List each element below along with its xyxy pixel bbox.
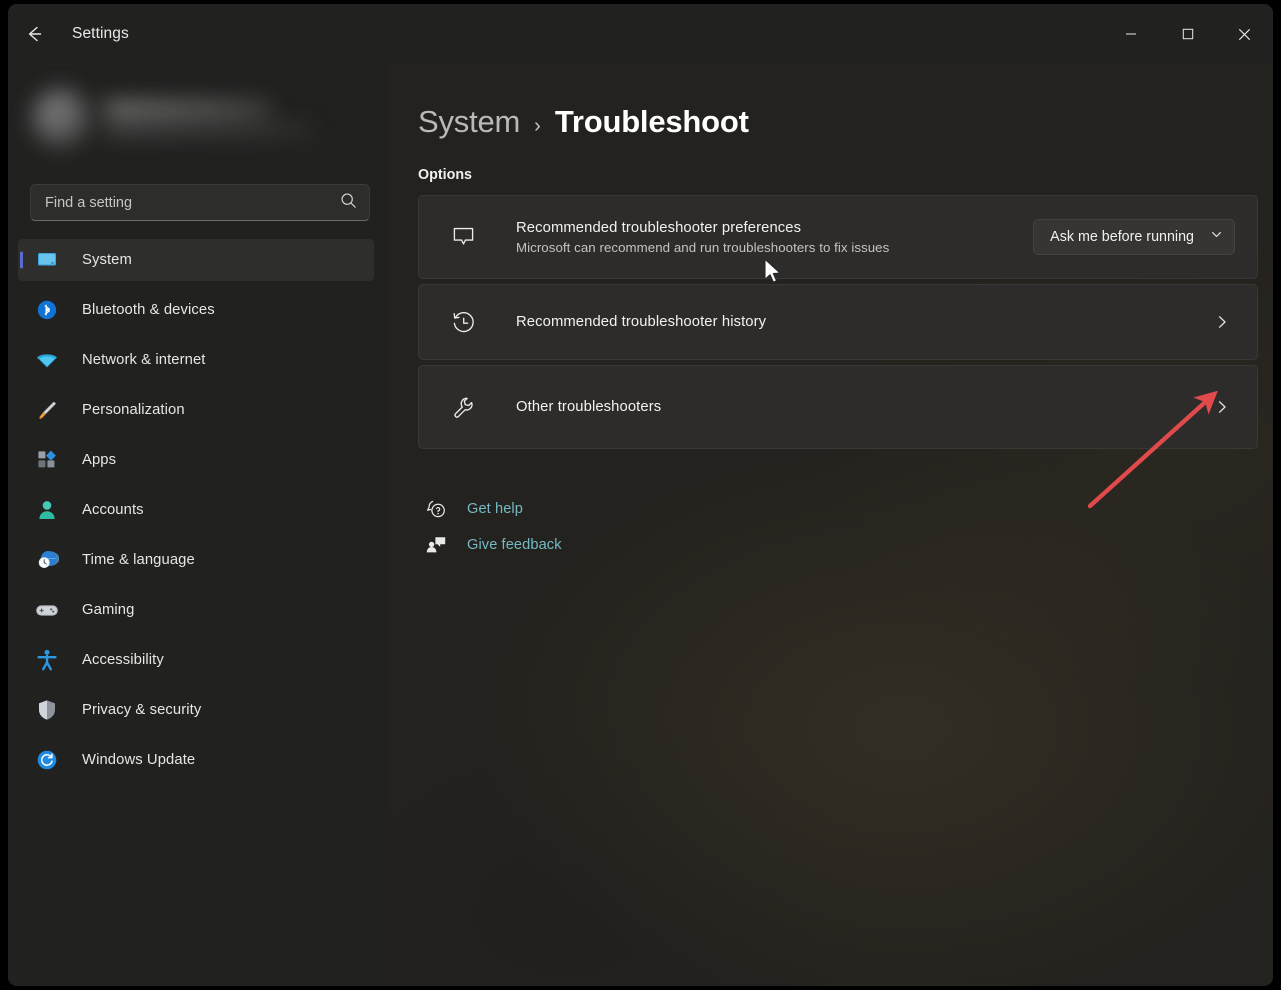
search-box[interactable]	[30, 184, 370, 221]
speech-tag-icon	[443, 224, 483, 251]
monitor-icon	[32, 248, 62, 272]
recommended-preferences-combobox[interactable]: Ask me before running	[1033, 219, 1235, 255]
feedback-person-bubble-icon	[418, 534, 454, 556]
card-other-troubleshooters[interactable]: Other troubleshooters	[418, 365, 1258, 449]
get-help-link[interactable]: Get help	[418, 491, 718, 527]
minimize-icon[interactable]	[1102, 4, 1159, 64]
footer-links: Get help Give feedback	[418, 491, 1273, 563]
sidebar-item-apps[interactable]: Apps	[18, 439, 374, 481]
breadcrumb-separator-icon: ›	[534, 115, 541, 138]
sidebar-item-label: Accounts	[82, 502, 144, 518]
search-icon	[340, 192, 357, 214]
section-heading-options: Options	[418, 167, 1273, 183]
bluetooth-icon	[32, 298, 62, 322]
sidebar-item-bluetooth-devices[interactable]: Bluetooth & devices	[18, 289, 374, 331]
settings-window: Settings	[8, 4, 1273, 986]
profile-text	[104, 102, 314, 135]
card-recommended-troubleshooter-history[interactable]: Recommended troubleshooter history	[418, 284, 1258, 360]
card-text: Recommended troubleshooter history	[516, 314, 1209, 330]
combobox-selected-value: Ask me before running	[1050, 229, 1194, 245]
sidebar-item-label: Bluetooth & devices	[82, 302, 215, 318]
sidebar-item-time-language[interactable]: Time & language	[18, 539, 374, 581]
maximize-icon[interactable]	[1159, 4, 1216, 64]
breadcrumb-parent-system[interactable]: System	[418, 104, 520, 140]
clock-globe-icon	[32, 548, 62, 572]
sidebar-item-label: Network & internet	[82, 352, 206, 368]
search-input[interactable]	[45, 195, 340, 211]
sidebar-item-label: Accessibility	[82, 652, 164, 668]
sidebar-nav: System Bluetooth & devices	[8, 239, 388, 781]
sidebar-item-windows-update[interactable]: Windows Update	[18, 739, 374, 781]
title-bar: Settings	[8, 4, 1273, 64]
chevron-right-icon	[1209, 314, 1235, 330]
sidebar-item-accounts[interactable]: Accounts	[18, 489, 374, 531]
sidebar-item-personalization[interactable]: Personalization	[18, 389, 374, 431]
window-controls	[1102, 4, 1273, 64]
card-title: Recommended troubleshooter preferences	[516, 220, 1033, 236]
person-icon	[32, 498, 62, 522]
sidebar-item-label: Gaming	[82, 602, 134, 618]
page-title: Troubleshoot	[555, 104, 749, 140]
shield-icon	[32, 698, 62, 722]
sidebar-item-network-internet[interactable]: Network & internet	[18, 339, 374, 381]
sidebar: System Bluetooth & devices	[8, 64, 388, 986]
user-profile-blurred[interactable]	[22, 68, 374, 168]
history-clock-icon	[443, 309, 483, 336]
card-title: Other troubleshooters	[516, 399, 1209, 415]
sidebar-item-privacy-security[interactable]: Privacy & security	[18, 689, 374, 731]
sidebar-item-accessibility[interactable]: Accessibility	[18, 639, 374, 681]
card-subtitle: Microsoft can recommend and run troubles…	[516, 240, 1033, 255]
chevron-down-icon	[1210, 228, 1223, 246]
card-text: Other troubleshooters	[516, 399, 1209, 415]
card-text: Recommended troubleshooter preferences M…	[516, 220, 1033, 255]
sidebar-item-gaming[interactable]: Gaming	[18, 589, 374, 631]
gamepad-icon	[32, 598, 62, 622]
card-recommended-troubleshooter-preferences: Recommended troubleshooter preferences M…	[418, 195, 1258, 279]
sidebar-item-system[interactable]: System	[18, 239, 374, 281]
help-question-bubble-icon	[418, 498, 454, 520]
sidebar-item-label: Personalization	[82, 402, 185, 418]
wifi-icon	[32, 348, 62, 372]
sidebar-item-label: Privacy & security	[82, 702, 201, 718]
back-arrow-icon[interactable]	[14, 17, 54, 51]
chevron-right-icon	[1209, 399, 1235, 415]
update-refresh-icon	[32, 748, 62, 772]
paintbrush-icon	[32, 398, 62, 422]
sidebar-item-label: Windows Update	[82, 752, 195, 768]
apps-grid-icon	[32, 448, 62, 472]
sidebar-item-label: Apps	[82, 452, 116, 468]
accessibility-person-icon	[32, 648, 62, 672]
sidebar-item-label: Time & language	[82, 552, 195, 568]
link-label: Give feedback	[467, 537, 562, 553]
options-card-list: Recommended troubleshooter preferences M…	[418, 195, 1258, 449]
avatar	[32, 89, 90, 147]
breadcrumb: System › Troubleshoot	[418, 104, 1273, 140]
card-title: Recommended troubleshooter history	[516, 314, 1209, 330]
sidebar-item-label: System	[82, 252, 132, 268]
wrench-icon	[443, 394, 483, 421]
link-label: Get help	[467, 501, 523, 517]
give-feedback-link[interactable]: Give feedback	[418, 527, 718, 563]
profile-name-redacted	[104, 102, 272, 115]
main-content: System › Troubleshoot Options	[388, 64, 1273, 986]
close-icon[interactable]	[1216, 4, 1273, 64]
profile-email-redacted	[104, 124, 314, 135]
app-title: Settings	[72, 25, 129, 43]
